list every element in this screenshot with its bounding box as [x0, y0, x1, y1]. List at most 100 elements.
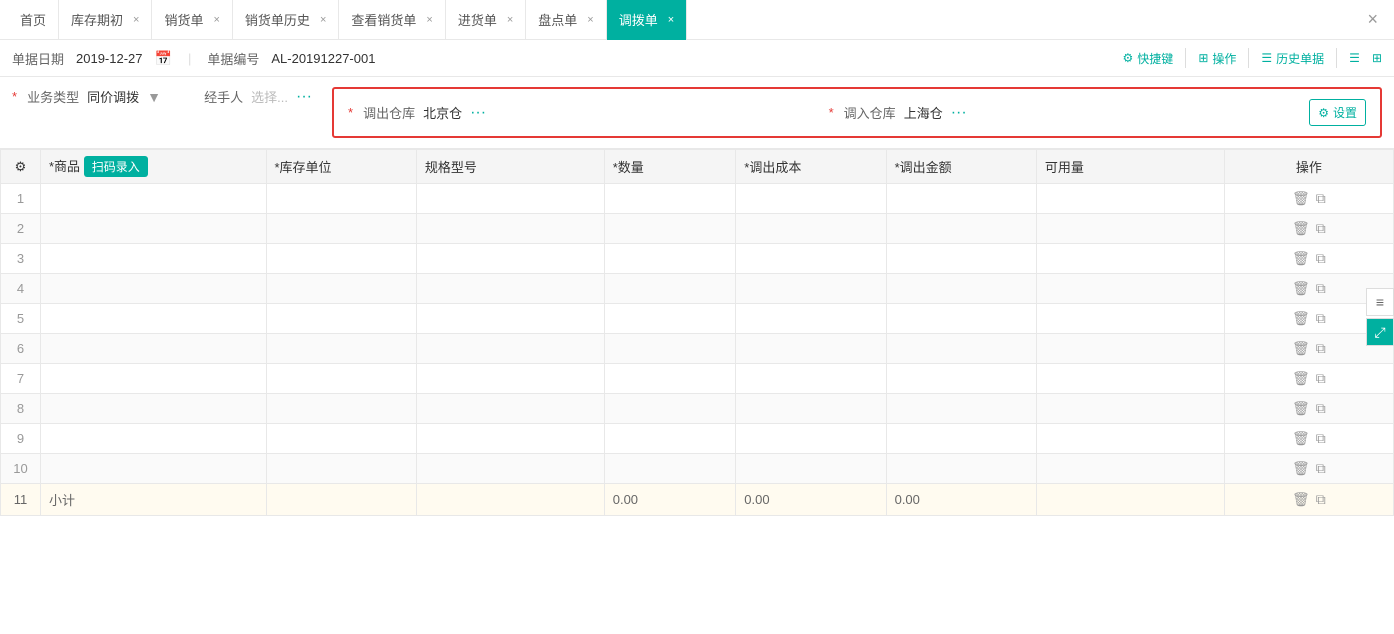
- row-amount[interactable]: [886, 304, 1036, 334]
- out-warehouse-value[interactable]: 北京仓: [423, 103, 462, 122]
- tab-inventory-init-close[interactable]: ×: [133, 14, 139, 26]
- row-spec[interactable]: [416, 424, 604, 454]
- row-cost[interactable]: [736, 394, 886, 424]
- row-qty[interactable]: [604, 364, 736, 394]
- row-amount[interactable]: [886, 454, 1036, 484]
- row-product[interactable]: [41, 304, 267, 334]
- tab-sales[interactable]: 销货单 ×: [152, 0, 232, 40]
- delete-icon[interactable]: 🗑: [1292, 400, 1310, 417]
- tab-view-sales[interactable]: 查看销货单 ×: [339, 0, 445, 40]
- row-spec[interactable]: [416, 184, 604, 214]
- row-unit[interactable]: [266, 244, 416, 274]
- delete-icon[interactable]: 🗑: [1292, 370, 1310, 387]
- row-cost[interactable]: [736, 274, 886, 304]
- row-cost[interactable]: [736, 454, 886, 484]
- tab-transfer-close[interactable]: ×: [668, 14, 674, 26]
- row-amount[interactable]: [886, 394, 1036, 424]
- row-product[interactable]: [41, 274, 267, 304]
- biz-type-value[interactable]: 同价调拨: [87, 87, 139, 106]
- copy-icon[interactable]: ⧉: [1316, 220, 1326, 237]
- row-unit[interactable]: [266, 214, 416, 244]
- tab-purchase-close[interactable]: ×: [507, 14, 513, 26]
- tab-home[interactable]: 首页: [8, 0, 59, 40]
- delete-icon[interactable]: 🗑: [1292, 220, 1310, 237]
- out-warehouse-more[interactable]: ···: [470, 104, 486, 122]
- row-avail[interactable]: [1036, 334, 1224, 364]
- subtotal-delete-icon[interactable]: 🗑: [1292, 491, 1310, 508]
- row-spec[interactable]: [416, 394, 604, 424]
- row-cost[interactable]: [736, 244, 886, 274]
- row-unit[interactable]: [266, 394, 416, 424]
- row-qty[interactable]: [604, 304, 736, 334]
- row-qty[interactable]: [604, 244, 736, 274]
- row-unit[interactable]: [266, 334, 416, 364]
- row-cost[interactable]: [736, 214, 886, 244]
- delete-icon[interactable]: 🗑: [1292, 310, 1310, 327]
- row-unit[interactable]: [266, 424, 416, 454]
- row-amount[interactable]: [886, 244, 1036, 274]
- row-qty[interactable]: [604, 274, 736, 304]
- row-avail[interactable]: [1036, 394, 1224, 424]
- row-avail[interactable]: [1036, 214, 1224, 244]
- float-expand-btn[interactable]: ⤢: [1366, 318, 1394, 346]
- row-spec[interactable]: [416, 244, 604, 274]
- row-avail[interactable]: [1036, 244, 1224, 274]
- row-qty[interactable]: [604, 214, 736, 244]
- row-avail[interactable]: [1036, 274, 1224, 304]
- row-product[interactable]: [41, 424, 267, 454]
- row-product[interactable]: [41, 184, 267, 214]
- layout-button-1[interactable]: ☰: [1349, 51, 1360, 65]
- subtotal-copy-icon[interactable]: ⧉: [1316, 491, 1326, 508]
- row-qty[interactable]: [604, 184, 736, 214]
- biz-type-dropdown[interactable]: ▼: [147, 89, 161, 105]
- row-qty[interactable]: [604, 454, 736, 484]
- warehouse-settings-button[interactable]: ⚙ 设置: [1309, 99, 1366, 126]
- row-qty[interactable]: [604, 394, 736, 424]
- tab-inventory-init[interactable]: 库存期初 ×: [59, 0, 152, 40]
- delete-icon[interactable]: 🗑: [1292, 460, 1310, 477]
- row-avail[interactable]: [1036, 184, 1224, 214]
- tab-view-sales-close[interactable]: ×: [426, 14, 432, 26]
- history-button[interactable]: ☰ 历史单据: [1261, 50, 1324, 67]
- person-more-btn[interactable]: ···: [296, 88, 312, 106]
- in-warehouse-more[interactable]: ···: [951, 104, 967, 122]
- row-amount[interactable]: [886, 424, 1036, 454]
- copy-icon[interactable]: ⧉: [1316, 340, 1326, 357]
- row-product[interactable]: [41, 364, 267, 394]
- row-avail[interactable]: [1036, 304, 1224, 334]
- in-warehouse-value[interactable]: 上海仓: [904, 103, 943, 122]
- person-select[interactable]: 选择...: [251, 87, 288, 106]
- window-close-button[interactable]: ×: [1359, 9, 1386, 30]
- delete-icon[interactable]: 🗑: [1292, 250, 1310, 267]
- tab-sales-close[interactable]: ×: [213, 14, 219, 26]
- copy-icon[interactable]: ⧉: [1316, 250, 1326, 267]
- row-cost[interactable]: [736, 334, 886, 364]
- row-cost[interactable]: [736, 304, 886, 334]
- row-product[interactable]: [41, 244, 267, 274]
- row-amount[interactable]: [886, 364, 1036, 394]
- date-value[interactable]: 2019-12-27: [76, 51, 143, 66]
- row-spec[interactable]: [416, 364, 604, 394]
- delete-icon[interactable]: 🗑: [1292, 340, 1310, 357]
- row-spec[interactable]: [416, 454, 604, 484]
- row-cost[interactable]: [736, 364, 886, 394]
- row-avail[interactable]: [1036, 454, 1224, 484]
- copy-icon[interactable]: ⧉: [1316, 400, 1326, 417]
- layout-button-2[interactable]: ⊞: [1372, 51, 1382, 65]
- operations-button[interactable]: ⊞ 操作: [1198, 50, 1236, 67]
- tab-transfer[interactable]: 调拨单 ×: [607, 0, 687, 40]
- shortcut-button[interactable]: ⚙ 快捷键: [1123, 50, 1174, 67]
- row-amount[interactable]: [886, 274, 1036, 304]
- row-product[interactable]: [41, 334, 267, 364]
- row-unit[interactable]: [266, 364, 416, 394]
- row-avail[interactable]: [1036, 364, 1224, 394]
- scan-button[interactable]: 扫码录入: [84, 156, 148, 177]
- tab-inventory[interactable]: 盘点单 ×: [526, 0, 606, 40]
- tab-purchase[interactable]: 进货单 ×: [446, 0, 526, 40]
- row-amount[interactable]: [886, 214, 1036, 244]
- copy-icon[interactable]: ⧉: [1316, 190, 1326, 207]
- tab-sales-history[interactable]: 销货单历史 ×: [233, 0, 339, 40]
- row-product[interactable]: [41, 214, 267, 244]
- row-unit[interactable]: [266, 304, 416, 334]
- th-settings[interactable]: ⚙: [1, 150, 41, 184]
